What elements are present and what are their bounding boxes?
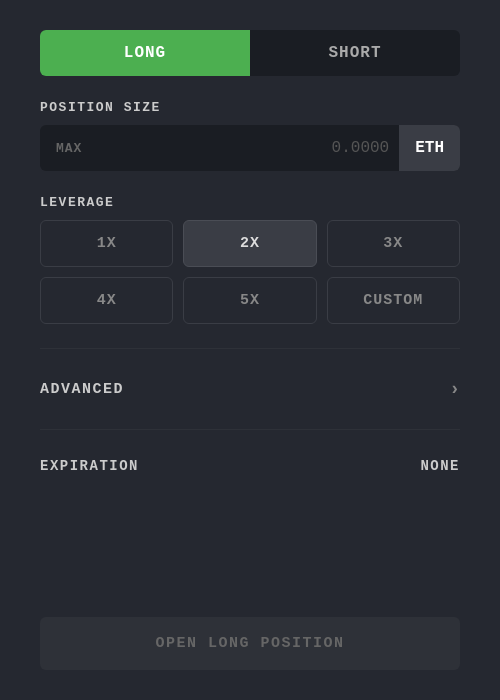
position-size-input[interactable] bbox=[98, 125, 399, 171]
position-input-row: MAX ETH bbox=[40, 125, 460, 171]
currency-label[interactable]: ETH bbox=[399, 125, 460, 171]
chevron-right-icon: › bbox=[449, 379, 460, 399]
advanced-row[interactable]: ADVANCED › bbox=[40, 373, 460, 405]
leverage-label: LEVERAGE bbox=[40, 195, 460, 210]
short-button[interactable]: SHORT bbox=[250, 30, 460, 76]
long-short-toggle: LONG SHORT bbox=[40, 30, 460, 76]
expiration-label: EXPIRATION bbox=[40, 458, 139, 474]
open-long-position-button[interactable]: OPEN LONG POSITION bbox=[40, 617, 460, 670]
leverage-1x-button[interactable]: 1X bbox=[40, 220, 173, 267]
long-button[interactable]: LONG bbox=[40, 30, 250, 76]
leverage-3x-button[interactable]: 3X bbox=[327, 220, 460, 267]
leverage-grid: 1X 2X 3X 4X 5X CUSTOM bbox=[40, 220, 460, 324]
leverage-section: LEVERAGE 1X 2X 3X 4X 5X CUSTOM bbox=[40, 195, 460, 324]
divider-2 bbox=[40, 429, 460, 430]
trading-panel: LONG SHORT POSITION SIZE MAX ETH LEVERAG… bbox=[0, 0, 500, 700]
leverage-5x-button[interactable]: 5X bbox=[183, 277, 316, 324]
leverage-custom-button[interactable]: CUSTOM bbox=[327, 277, 460, 324]
leverage-2x-button[interactable]: 2X bbox=[183, 220, 316, 267]
advanced-label: ADVANCED bbox=[40, 381, 124, 398]
divider-1 bbox=[40, 348, 460, 349]
max-label: MAX bbox=[40, 127, 98, 170]
expiration-value[interactable]: NONE bbox=[420, 458, 460, 474]
position-size-section: POSITION SIZE MAX ETH bbox=[40, 100, 460, 171]
position-size-label: POSITION SIZE bbox=[40, 100, 460, 115]
leverage-4x-button[interactable]: 4X bbox=[40, 277, 173, 324]
expiration-row: EXPIRATION NONE bbox=[40, 454, 460, 478]
